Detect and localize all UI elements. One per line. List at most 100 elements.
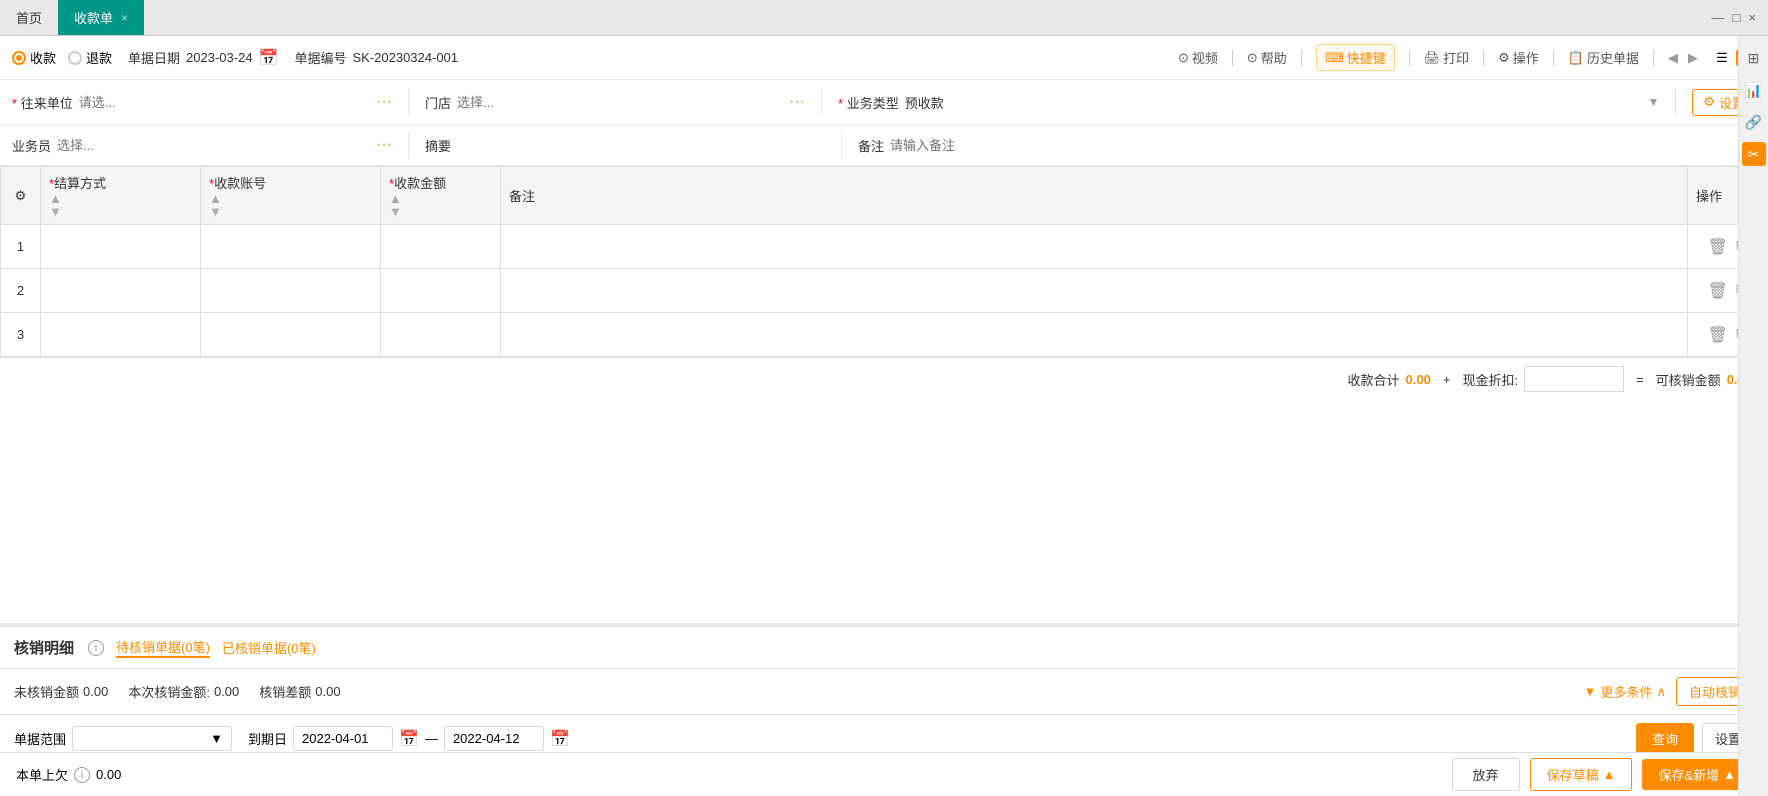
help-label: 帮助 xyxy=(1261,48,1287,67)
operation-btn[interactable]: ⚙ 操作 xyxy=(1498,48,1539,67)
row-3-note[interactable] xyxy=(501,313,1688,357)
form-row-2: 业务员 ··· 摘要 备注 xyxy=(0,125,1768,166)
more-conditions-btn[interactable]: ▼ 更多条件 ∧ xyxy=(1584,682,1666,701)
row-3-num: 3 xyxy=(1,313,41,357)
radio-refund-label: 退款 xyxy=(86,48,112,67)
history-btn[interactable]: 📋 历史单据 xyxy=(1568,48,1639,67)
done-tab[interactable]: 已核销单据(0笔) xyxy=(222,638,316,657)
table-settings-icon[interactable]: ⚙ xyxy=(15,188,27,203)
this-time-stat: 本次核销金额: 0.00 xyxy=(128,682,239,701)
store-input[interactable] xyxy=(457,95,779,110)
chevron-up-icon: ∧ xyxy=(1656,684,1666,700)
shortcut-label: 快捷键 xyxy=(1347,48,1386,67)
row-1-delete-icon[interactable]: 🗑 xyxy=(1708,237,1728,257)
counterpart-input[interactable] xyxy=(79,95,366,110)
draft-dropdown-icon[interactable]: ▲ xyxy=(1603,767,1616,782)
writeoff-info-icon[interactable]: i xyxy=(88,640,104,656)
row-2-settlement[interactable] xyxy=(41,269,201,313)
tab-close-icon[interactable]: × xyxy=(121,11,128,25)
diff-label: 核销差额 xyxy=(259,682,311,701)
staff-more-icon[interactable]: ··· xyxy=(376,136,392,154)
sort-amount-icon[interactable]: ▲▼ xyxy=(389,192,492,218)
form-divider-2 xyxy=(821,88,822,116)
save-new-label: 保存&新增 xyxy=(1658,765,1719,784)
next-icon[interactable]: ▶ xyxy=(1688,50,1698,66)
row-2-note[interactable] xyxy=(501,269,1688,313)
sort-account-icon[interactable]: ▲▼ xyxy=(209,192,372,218)
close-btn[interactable]: × xyxy=(1748,10,1756,25)
tab-receipt[interactable]: 收款单 × xyxy=(58,0,144,35)
prev-icon[interactable]: ◀ xyxy=(1668,50,1678,66)
staff-input[interactable] xyxy=(57,138,366,153)
counterpart-more-icon[interactable]: ··· xyxy=(376,93,392,111)
row-2-account[interactable] xyxy=(201,269,381,313)
bottom-value: 0.00 xyxy=(96,767,121,782)
summary-field: 摘要 xyxy=(425,136,825,155)
draft-btn[interactable]: 保存草稿 ▲ xyxy=(1530,758,1633,791)
form-divider-1 xyxy=(408,88,409,116)
col-settlement-header: *结算方式 ▲▼ xyxy=(41,167,201,225)
maximize-btn[interactable]: □ xyxy=(1733,10,1741,25)
num-label: 单据编号 xyxy=(294,48,346,67)
range-filter: 单据范围 ▼ xyxy=(14,726,232,751)
operation-icon: ⚙ xyxy=(1498,50,1510,66)
row-1-amount[interactable] xyxy=(381,225,501,269)
date-to-input[interactable] xyxy=(444,726,544,751)
sort-settlement-icon[interactable]: ▲▼ xyxy=(49,192,192,218)
date-from-calendar-icon[interactable]: 📅 xyxy=(399,729,419,749)
layout-list-icon[interactable]: ☰ xyxy=(1712,50,1732,66)
note-input[interactable] xyxy=(890,138,1756,153)
help-btn[interactable]: ⊙ 帮助 xyxy=(1247,48,1287,67)
writeoff-stats-right: ▼ 更多条件 ∧ 自动核销 xyxy=(1584,677,1754,706)
video-btn[interactable]: ⊙ 视频 xyxy=(1178,48,1218,67)
radio-receipt[interactable]: 收款 xyxy=(12,48,56,67)
business-type-field: * 业务类型 预收款 ▼ xyxy=(838,93,1659,112)
store-more-icon[interactable]: ··· xyxy=(789,93,805,111)
footer-info-icon[interactable]: i xyxy=(74,767,90,783)
radio-refund[interactable]: 退款 xyxy=(68,48,112,67)
date-from-input[interactable] xyxy=(293,726,393,751)
query-btn[interactable]: 查询 xyxy=(1636,723,1694,754)
discount-input[interactable] xyxy=(1524,366,1624,392)
date-label: 单据日期 xyxy=(128,48,180,67)
row-3-delete-icon[interactable]: 🗑 xyxy=(1708,325,1728,345)
right-sidebar: ⊞ 📊 🔗 ✂ xyxy=(1738,36,1768,796)
shortcut-icon: ⌨ xyxy=(1325,50,1344,66)
row-2-amount[interactable] xyxy=(381,269,501,313)
row-3-settlement[interactable] xyxy=(41,313,201,357)
date-range: 📅 — 📅 xyxy=(293,726,570,751)
range-select[interactable]: ▼ xyxy=(72,726,232,751)
print-btn[interactable]: 🖨 打印 xyxy=(1424,48,1470,67)
uncancelled-value: 0.00 xyxy=(83,684,108,699)
summary-input[interactable] xyxy=(457,138,825,153)
sidebar-screenshot-icon[interactable]: ✂ xyxy=(1742,142,1766,166)
summary-row: 收款合计 0.00 + 现金折扣: = 可核销金额 0.00 xyxy=(0,357,1768,400)
plus-sign: + xyxy=(1443,372,1451,387)
col-settings-header[interactable]: ⚙ xyxy=(1,167,41,225)
sidebar-chart-icon[interactable]: 📊 xyxy=(1742,78,1766,102)
minimize-btn[interactable]: — xyxy=(1712,10,1725,25)
row-1-account[interactable] xyxy=(201,225,381,269)
sidebar-table-icon[interactable]: ⊞ xyxy=(1742,46,1766,70)
staff-label: 业务员 xyxy=(12,136,51,155)
main-wrapper: 收款 退款 单据日期 2023-03-24 📅 单据编号 SK-20230324… xyxy=(0,36,1768,796)
business-type-dropdown-icon[interactable]: ▼ xyxy=(1647,95,1659,109)
row-3-account[interactable] xyxy=(201,313,381,357)
row-2-delete-icon[interactable]: 🗑 xyxy=(1708,281,1728,301)
abandon-btn[interactable]: 放弃 xyxy=(1452,758,1520,791)
row-1-settlement[interactable] xyxy=(41,225,201,269)
this-time-value: 0.00 xyxy=(214,684,239,699)
num-value[interactable]: SK-20230324-001 xyxy=(352,50,458,65)
pending-tab[interactable]: 待核销单据(0笔) xyxy=(116,637,210,658)
date-calendar-icon[interactable]: 📅 xyxy=(259,48,279,68)
shortcut-btn[interactable]: ⌨ 快捷键 xyxy=(1316,44,1395,71)
save-new-dropdown-icon[interactable]: ▲ xyxy=(1723,767,1736,782)
sidebar-attachment-icon[interactable]: 🔗 xyxy=(1742,110,1766,134)
date-value[interactable]: 2023-03-24 xyxy=(186,50,253,65)
row-1-note[interactable] xyxy=(501,225,1688,269)
receipt-table-section: ⚙ *结算方式 ▲▼ *收款账号 ▲▼ *收款金额 ▲▼ xyxy=(0,166,1768,623)
date-to-calendar-icon[interactable]: 📅 xyxy=(550,729,570,749)
save-new-btn[interactable]: 保存&新增 ▲ xyxy=(1642,759,1752,790)
tab-home[interactable]: 首页 xyxy=(0,0,58,35)
row-3-amount[interactable] xyxy=(381,313,501,357)
